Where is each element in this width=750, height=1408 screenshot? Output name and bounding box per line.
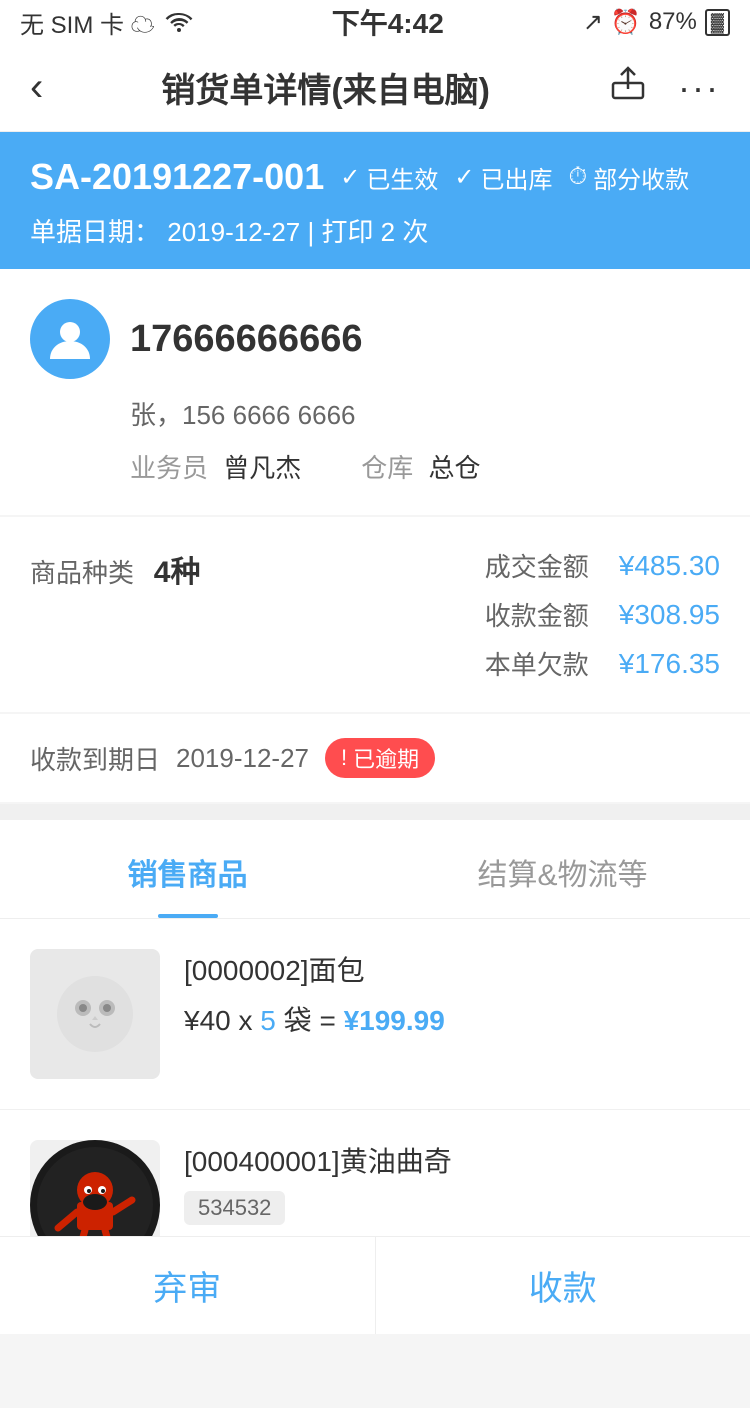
order-header-banner: SA-20191227-001 ✓ 已生效 ✓ 已出库 ⏱ 部分收款 单据日期：… (0, 132, 750, 269)
battery-text: 87% (649, 8, 697, 36)
status-left: 无 SIM 卡 ☁ (20, 5, 193, 40)
nav-bar: ‹ 销货单详情(来自电脑) ··· (0, 44, 750, 132)
wifi-icon (165, 12, 193, 32)
status-badge-partial: ⏱ 部分收款 (568, 160, 689, 195)
warehouse-label: 仓库 (361, 453, 413, 483)
receipt-label: 收款金额 (485, 596, 589, 633)
product-info-1: [0000002]面包 ¥40 x 5 袋 = ¥199.99 (184, 949, 720, 1039)
amount-summary: 成交金额 ¥485.30 收款金额 ¥308.95 本单欠款 ¥176.35 (485, 547, 720, 682)
sales-label: 业务员 (130, 453, 208, 483)
debt-label: 本单欠款 (485, 645, 589, 682)
due-date-section: 收款到期日 2019-12-27 ! 已逾期 (0, 714, 750, 802)
product-type-info: 商品种类 4种 (30, 547, 200, 591)
back-button[interactable]: ‹ (30, 65, 43, 110)
debt-amount: ¥176.35 (619, 648, 720, 680)
collect-payment-button[interactable]: 收款 (376, 1237, 750, 1334)
location-icon: ↗ (583, 8, 603, 37)
section-divider (0, 804, 750, 820)
clock-icon: ⏱ (568, 163, 587, 191)
warehouse-value: 总仓 (429, 453, 481, 483)
product-item: [0000002]面包 ¥40 x 5 袋 = ¥199.99 (0, 919, 750, 1110)
check-icon-2: ✓ (454, 163, 474, 192)
product-tabs: 销售商品 结算&物流等 (0, 820, 750, 919)
alarm-icon: ⏰ (611, 8, 641, 37)
check-icon-1: ✓ (340, 163, 360, 192)
summary-section: 商品种类 4种 成交金额 ¥485.30 收款金额 ¥308.95 本单欠款 ¥… (0, 517, 750, 712)
status-badge-shipped: ✓ 已出库 (454, 160, 552, 195)
product-name-1: [0000002]面包 (184, 949, 720, 989)
order-date-info: 单据日期： 2019-12-27 | 打印 2 次 (30, 212, 720, 249)
tab-settlement-logistics[interactable]: 结算&物流等 (375, 820, 750, 918)
customer-meta: 业务员 曾凡杰 仓库 总仓 (130, 448, 720, 485)
overdue-badge: ! 已逾期 (325, 738, 435, 778)
no-sim-text: 无 SIM 卡 ☁ (20, 5, 155, 40)
due-date-value: 2019-12-27 (176, 743, 309, 774)
due-date-label: 收款到期日 (30, 740, 160, 777)
bottom-action-bar: 弃审 收款 (0, 1236, 750, 1334)
customer-name-phone: 张，156 6666 6666 (130, 395, 720, 432)
order-id: SA-20191227-001 (30, 156, 324, 198)
sales-value: 曾凡杰 (223, 453, 301, 483)
share-button[interactable] (608, 63, 648, 112)
product-price-1: ¥40 x 5 袋 = ¥199.99 (184, 999, 720, 1039)
deal-label: 成交金额 (485, 547, 589, 584)
more-button[interactable]: ··· (678, 67, 720, 109)
customer-section: 17666666666 张，156 6666 6666 业务员 曾凡杰 仓库 总… (0, 269, 750, 515)
status-bar: 无 SIM 卡 ☁ 下午4:42 ↗ ⏰ 87% ▓ (0, 0, 750, 44)
status-right: ↗ ⏰ 87% ▓ (583, 8, 730, 37)
overdue-icon: ! (341, 745, 347, 771)
product-name-2: [000400001]黄油曲奇 (184, 1140, 720, 1180)
deal-amount: ¥485.30 (619, 550, 720, 582)
page-title: 销货单详情(来自电脑) (161, 63, 490, 112)
receipt-amount: ¥308.95 (619, 599, 720, 631)
status-badge-effective: ✓ 已生效 (340, 160, 438, 195)
product-sku-2: 534532 (184, 1191, 285, 1225)
customer-id: 17666666666 (130, 318, 362, 361)
status-time: 下午4:42 (332, 2, 444, 42)
nav-right-actions: ··· (608, 63, 720, 112)
cancel-review-button[interactable]: 弃审 (0, 1237, 376, 1334)
customer-avatar (30, 299, 110, 379)
battery-icon: ▓ (705, 9, 730, 36)
product-image-1 (30, 949, 160, 1079)
tab-sales-products[interactable]: 销售商品 (0, 820, 375, 918)
